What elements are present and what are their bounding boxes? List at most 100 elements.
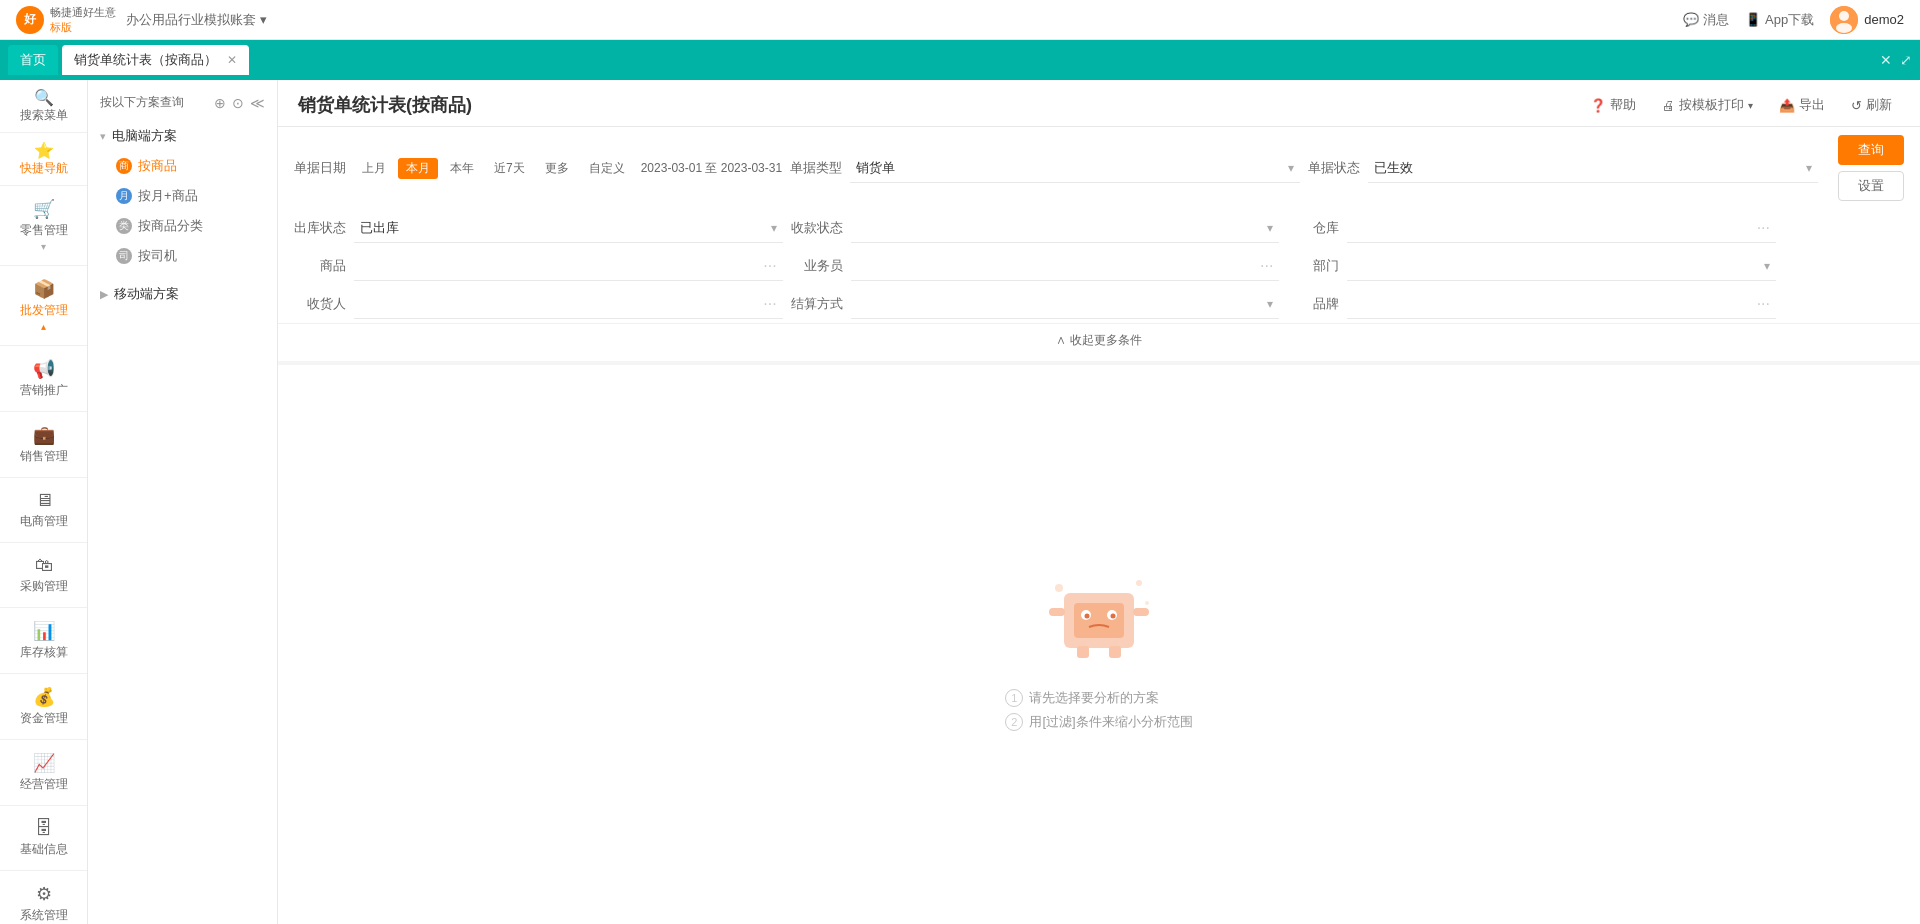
- date-tab-this-month[interactable]: 本月: [398, 158, 438, 179]
- avatar: [1830, 6, 1858, 34]
- type-filter: 单据类型 销货单 ▾: [790, 153, 1300, 183]
- type-selector[interactable]: 销货单 ▾: [850, 153, 1300, 183]
- tree-child-goods-category[interactable]: 类 按商品分类: [88, 211, 277, 241]
- sidebar-item-marketing[interactable]: 📢 营销推广: [0, 346, 87, 412]
- sidebar-item-retail[interactable]: 🛒 零售管理 ▾: [0, 186, 87, 266]
- sidebar-item-wholesale[interactable]: 📦 批发管理 ▴: [0, 266, 87, 346]
- sidebar-item-ecommerce[interactable]: 🖥 电商管理: [0, 478, 87, 543]
- settings-scheme-button[interactable]: ⊙: [232, 95, 244, 111]
- date-filter: 单据日期 上月 本月 本年 近7天 更多 自定义 2023-03-01 至 20…: [294, 158, 782, 179]
- close-window-icon[interactable]: ✕: [1880, 52, 1892, 68]
- settle-filter: 结算方式 ▾: [791, 289, 1280, 319]
- sidebar-item-inventory[interactable]: 📊 库存核算: [0, 608, 87, 674]
- filter-section: 单据日期 上月 本月 本年 近7天 更多 自定义 2023-03-01 至 20…: [278, 127, 1920, 361]
- svg-point-1: [1839, 11, 1849, 21]
- consignee-selector[interactable]: ···: [354, 289, 783, 319]
- add-scheme-button[interactable]: ⊕: [214, 95, 226, 111]
- tip-num-1: 1: [1005, 689, 1023, 707]
- settle-selector[interactable]: ▾: [851, 289, 1280, 319]
- warehouse-label: 仓库: [1287, 219, 1339, 237]
- date-tab-last-7-days[interactable]: 近7天: [486, 158, 533, 179]
- sidebar-item-purchase[interactable]: 🛍 采购管理: [0, 543, 87, 608]
- date-tab-last-month[interactable]: 上月: [354, 158, 394, 179]
- svg-point-7: [1085, 613, 1090, 618]
- tree-child-driver[interactable]: 司 按司机: [88, 241, 277, 271]
- dept-selector[interactable]: ▾: [1347, 251, 1776, 281]
- tree-child-month-goods[interactable]: 月 按月+商品: [88, 181, 277, 211]
- message-button[interactable]: 💬 消息: [1683, 11, 1729, 29]
- date-tabs: 上月 本月 本年 近7天 更多 自定义: [354, 158, 633, 179]
- tab-home[interactable]: 首页: [8, 45, 58, 75]
- industry-selector[interactable]: 办公用品行业模拟账套 ▾: [126, 11, 267, 29]
- tree-child-by-goods[interactable]: 商 按商品: [88, 151, 277, 181]
- date-range-text: 2023-03-01 至 2023-03-31: [641, 160, 782, 177]
- logo-area: 好 畅捷通好生意 标版: [16, 5, 116, 34]
- query-button[interactable]: 查询: [1838, 135, 1904, 165]
- tab-close-icon[interactable]: ✕: [227, 53, 237, 67]
- tree-parent-mobile-label: 移动端方案: [114, 285, 179, 303]
- sidebar-quick-nav[interactable]: ⭐ 快捷导航: [0, 133, 87, 186]
- filter-row3: 商品 ··· 业务员 ··· 部门: [278, 247, 1920, 285]
- maximize-icon[interactable]: ⤢: [1900, 52, 1912, 68]
- print-dropdown-icon: ▾: [1748, 100, 1753, 111]
- tree-parent-desktop[interactable]: ▾ 电脑端方案: [88, 121, 277, 151]
- tree-parent-label: 电脑端方案: [112, 127, 177, 145]
- expand-icon: ▾: [41, 241, 46, 252]
- receive-chevron-icon: ▾: [1267, 221, 1273, 235]
- out-selector[interactable]: 已出库 ▾: [354, 213, 783, 243]
- wholesale-icon: 📦: [4, 278, 83, 300]
- app-download-button[interactable]: 📱 App下载: [1745, 11, 1814, 29]
- page-actions: ❓ 帮助 🖨 按模板打印 ▾ 📤 导出 ↺ 刷新: [1582, 92, 1900, 118]
- staff-filter: 业务员 ···: [791, 251, 1280, 281]
- sidebar-item-finance[interactable]: 💰 资金管理: [0, 674, 87, 740]
- help-icon: ❓: [1590, 98, 1606, 113]
- tab-sales-stat[interactable]: 销货单统计表（按商品） ✕: [62, 45, 249, 75]
- export-button[interactable]: 📤 导出: [1771, 92, 1833, 118]
- tab-sales-stat-label: 销货单统计表（按商品）: [74, 51, 217, 69]
- left-panel: 按以下方案查询 ⊕ ⊙ ≪ ▾ 电脑端方案 商 按商品 月 按月+商品 类: [88, 80, 278, 924]
- svg-point-8: [1111, 613, 1116, 618]
- goods-selector[interactable]: ···: [354, 251, 783, 281]
- refresh-button[interactable]: ↺ 刷新: [1843, 92, 1900, 118]
- goods-cat-icon: 类: [116, 218, 132, 234]
- tab-home-label: 首页: [20, 51, 46, 69]
- date-tab-this-year[interactable]: 本年: [442, 158, 482, 179]
- empty-tips: 1 请先选择要分析的方案 2 用[过滤]条件来缩小分析范围: [1005, 689, 1192, 737]
- logo-text: 畅捷通好生意 标版: [50, 5, 116, 34]
- brand-selector[interactable]: ···: [1347, 289, 1776, 319]
- tree-parent-mobile[interactable]: ▶ 移动端方案: [88, 279, 277, 309]
- svg-rect-4: [1074, 603, 1124, 638]
- inventory-icon: 📊: [4, 620, 83, 642]
- date-tab-custom[interactable]: 自定义: [581, 158, 633, 179]
- driver-icon: 司: [116, 248, 132, 264]
- consignee-label: 收货人: [294, 295, 346, 313]
- status-chevron-icon: ▾: [1806, 161, 1812, 175]
- print-button[interactable]: 🖨 按模板打印 ▾: [1654, 92, 1761, 118]
- svg-point-15: [1145, 601, 1149, 605]
- system-icon: ⚙: [4, 883, 83, 905]
- warehouse-selector[interactable]: ···: [1347, 213, 1776, 243]
- user-area[interactable]: demo2: [1830, 6, 1904, 34]
- help-button[interactable]: ❓ 帮助: [1582, 92, 1644, 118]
- sidebar-item-system[interactable]: ⚙ 系统管理: [0, 871, 87, 924]
- month-goods-icon: 月: [116, 188, 132, 204]
- svg-point-14: [1136, 580, 1142, 586]
- collapse-panel-button[interactable]: ≪: [250, 95, 265, 111]
- status-selector[interactable]: 已生效 ▾: [1368, 153, 1818, 183]
- svg-rect-10: [1109, 646, 1121, 658]
- dept-filter: 部门 ▾: [1287, 251, 1776, 281]
- date-tab-more[interactable]: 更多: [537, 158, 577, 179]
- sidebar-item-operations[interactable]: 📈 经营管理: [0, 740, 87, 806]
- receive-selector[interactable]: ▾: [851, 213, 1280, 243]
- panel-actions: ⊕ ⊙ ≪: [214, 95, 265, 111]
- tab-bar: 首页 销货单统计表（按商品） ✕ ✕ ⤢: [0, 40, 1920, 80]
- staff-selector[interactable]: ···: [851, 251, 1280, 281]
- sidebar-item-sales[interactable]: 💼 销售管理: [0, 412, 87, 478]
- sidebar-search[interactable]: 🔍 搜索菜单: [0, 80, 87, 133]
- goods-filter: 商品 ···: [294, 251, 783, 281]
- page-title: 销货单统计表(按商品): [298, 93, 472, 117]
- basic-icon: 🗄: [4, 818, 83, 839]
- settings-button[interactable]: 设置: [1838, 171, 1904, 201]
- collapse-bar[interactable]: ∧ 收起更多条件: [278, 323, 1920, 357]
- sidebar-item-basic[interactable]: 🗄 基础信息: [0, 806, 87, 871]
